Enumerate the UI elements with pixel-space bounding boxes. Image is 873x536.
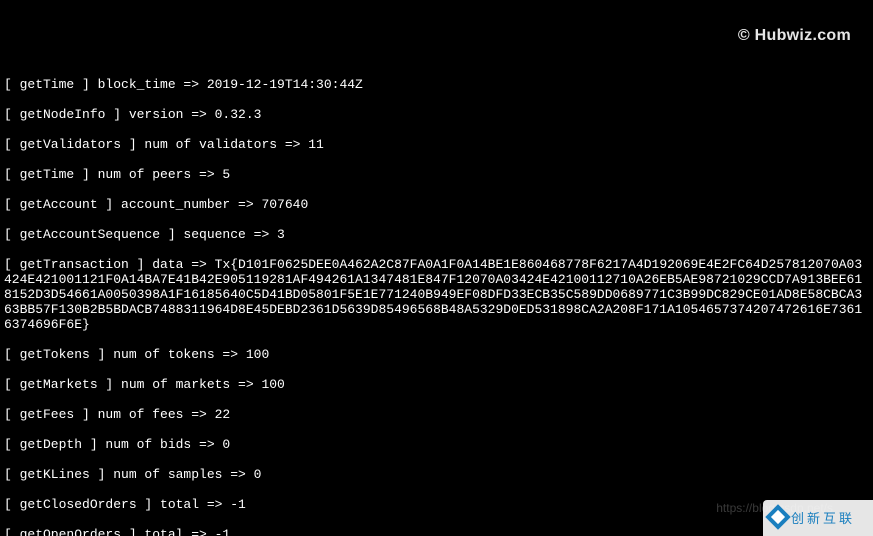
log-line: [ getClosedOrders ] total => -1 <box>4 497 869 512</box>
log-line: [ getFees ] num of fees => 22 <box>4 407 869 422</box>
log-line: [ getTime ] block_time => 2019-12-19T14:… <box>4 77 869 92</box>
log-line: [ getTime ] num of peers => 5 <box>4 167 869 182</box>
log-line: [ getDepth ] num of bids => 0 <box>4 437 869 452</box>
log-line-transaction: [ getTransaction ] data => Tx{D101F0625D… <box>4 257 869 332</box>
tx-prefix: [ getTransaction ] data => <box>4 257 215 272</box>
log-line: [ getTokens ] num of tokens => 100 <box>4 347 869 362</box>
log-line: [ getAccount ] account_number => 707640 <box>4 197 869 212</box>
hubwiz-watermark: © Hubwiz.com <box>738 28 851 43</box>
log-line: [ getMarkets ] num of markets => 100 <box>4 377 869 392</box>
log-line: [ getOpenOrders ] total => -1 <box>4 527 869 536</box>
terminal-output: [ getTime ] block_time => 2019-12-19T14:… <box>0 60 873 536</box>
log-line: [ getValidators ] num of validators => 1… <box>4 137 869 152</box>
log-line: [ getKLines ] num of samples => 0 <box>4 467 869 482</box>
log-line: [ getNodeInfo ] version => 0.32.3 <box>4 107 869 122</box>
log-line: [ getAccountSequence ] sequence => 3 <box>4 227 869 242</box>
